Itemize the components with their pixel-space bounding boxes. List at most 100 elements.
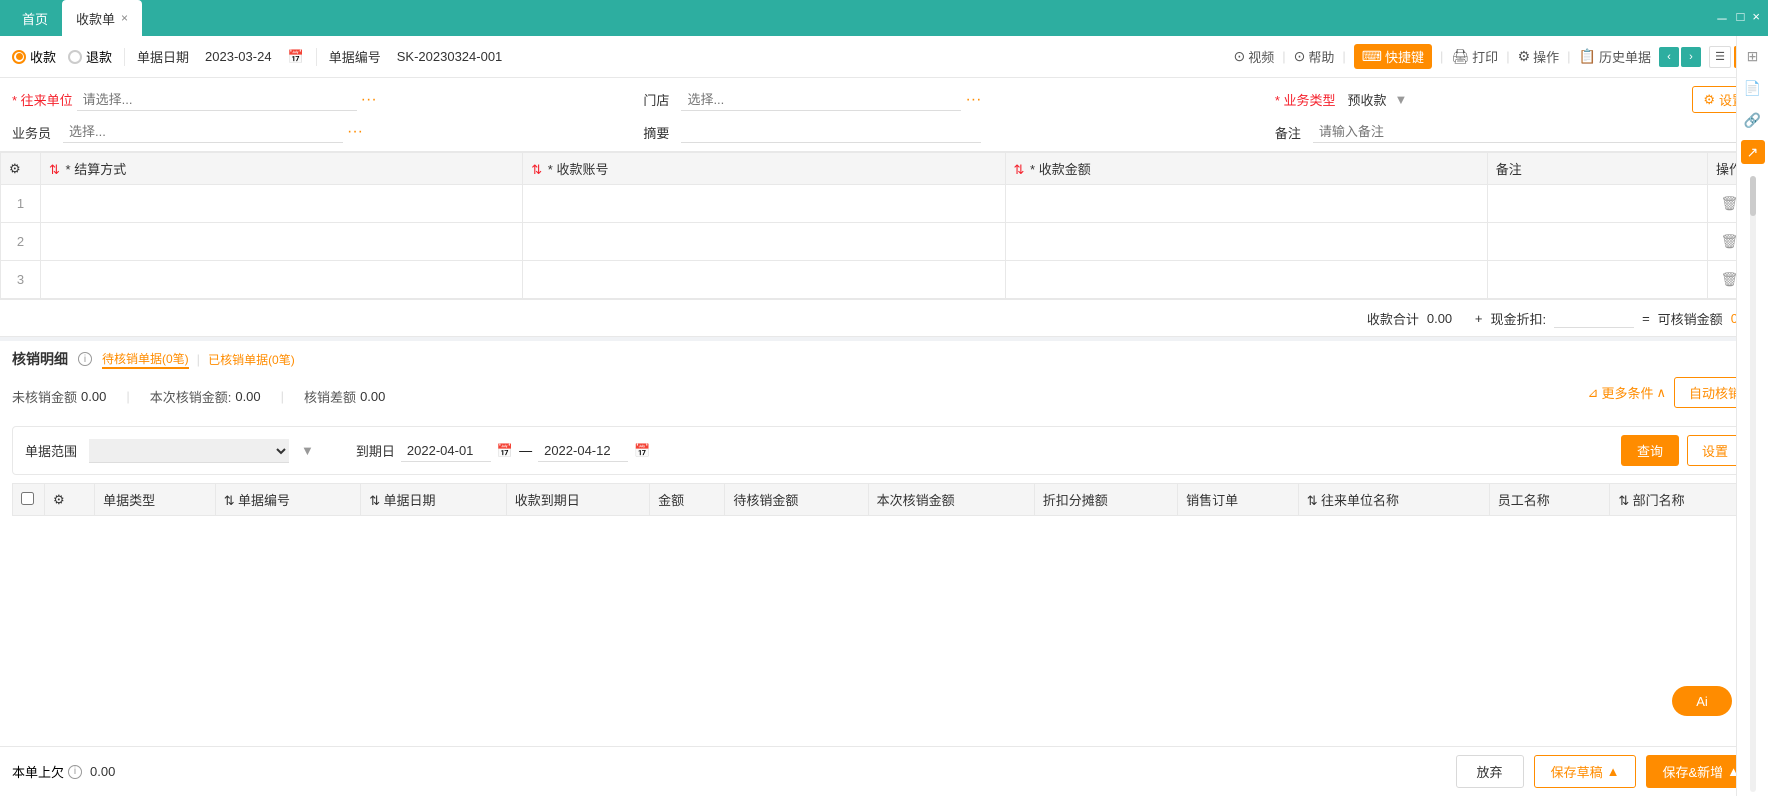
date-end-input[interactable]	[538, 440, 628, 462]
sidebar-doc-icon[interactable]: 📄	[1741, 76, 1765, 100]
sidebar-link-icon[interactable]: 🔗	[1741, 108, 1765, 132]
col-settings-header[interactable]: ⚙	[1, 153, 41, 185]
row-num-1: 1	[1, 185, 41, 223]
divider-1	[124, 48, 125, 66]
action-history[interactable]: 📋 历史单据	[1579, 47, 1651, 66]
minimize-icon[interactable]: －	[1716, 9, 1729, 28]
col-settings-bottom[interactable]: ⚙	[45, 484, 95, 516]
print-label: 打印	[1472, 47, 1498, 66]
toolbar-actions: ⊙ 视频 | ⊙ 帮助 | ⌨ 快捷键 | 🖨 打印 | ⚙ 操作	[1233, 44, 1756, 69]
radio-refund[interactable]: 退款	[68, 47, 112, 66]
date-start-input[interactable]	[401, 440, 491, 462]
remark-cell-2[interactable]	[1487, 223, 1707, 261]
store-input[interactable]	[681, 89, 961, 111]
amount-cell-3[interactable]	[1005, 261, 1487, 299]
amount-cell-1[interactable]	[1005, 185, 1487, 223]
query-button[interactable]: 查询	[1621, 435, 1679, 466]
col-dept-header: ⇅ 部门名称	[1610, 484, 1756, 516]
nav-prev[interactable]: ‹	[1659, 47, 1679, 67]
radio-refund-dot	[68, 50, 82, 64]
footer-info-icon[interactable]: i	[68, 765, 82, 779]
total-value: 0.00	[1427, 311, 1467, 326]
shortcut-label: 快捷键	[1385, 47, 1424, 66]
note-label: 备注	[1275, 123, 1301, 142]
tab-home[interactable]: 首页	[8, 0, 62, 36]
layout-list-icon[interactable]: ☰	[1709, 46, 1731, 68]
partner-more-btn[interactable]: ···	[361, 91, 377, 109]
form-row-1: * 往来单位 ··· 门店 ··· * 业务类型 预收款 ▼ ⚙ 设置	[12, 86, 1756, 113]
account-cell-3[interactable]	[523, 261, 1005, 299]
tab-receipt[interactable]: 收款单 ×	[62, 0, 142, 36]
action-print[interactable]: 🖨 打印	[1451, 47, 1498, 66]
amount-cell-2[interactable]	[1005, 223, 1487, 261]
window-close-icon[interactable]: ×	[1752, 9, 1760, 28]
account-cell-1[interactable]	[523, 185, 1005, 223]
calendar-end-icon[interactable]: 📅	[634, 443, 650, 459]
business-type-field: * 业务类型 预收款 ▼ ⚙ 设置	[1275, 86, 1756, 113]
remark-cell-3[interactable]	[1487, 261, 1707, 299]
net-label: 可核销金额	[1658, 309, 1723, 328]
col-amount-header: ⇅ * 收款金额	[1005, 153, 1487, 185]
history-icon: 📋	[1579, 48, 1596, 65]
nav-next[interactable]: ›	[1681, 47, 1701, 67]
save-new-label: 保存&新增	[1662, 762, 1723, 781]
writeoff-info-icon[interactable]: i	[78, 352, 92, 366]
date-label: 单据日期	[137, 47, 189, 66]
salesperson-input[interactable]	[63, 121, 343, 143]
total-label: 收款合计	[1367, 309, 1419, 328]
settlement-cell-3[interactable]	[41, 261, 523, 299]
partner-input[interactable]	[77, 89, 357, 111]
range-caret[interactable]: ▼	[301, 443, 314, 458]
col-type-header: 单据类型	[95, 484, 216, 516]
sidebar-expand-icon[interactable]: ↗	[1741, 140, 1765, 164]
table-section: ⚙ ⇅ * 结算方式 ⇅ * 收款账号 ⇅ * 收款金额	[0, 152, 1768, 299]
settlement-cell-1[interactable]	[41, 185, 523, 223]
account-cell-2[interactable]	[523, 223, 1005, 261]
maximize-icon[interactable]: □	[1737, 9, 1745, 28]
settlement-cell-2[interactable]	[41, 223, 523, 261]
store-more-btn[interactable]: ···	[965, 91, 981, 109]
tab-bar: 首页 收款单 × － □ ×	[0, 0, 1768, 36]
writeoff-header: 核销明细 i 待核销单据(0笔) | 已核销单据(0笔)	[12, 349, 1756, 369]
summary-input[interactable]	[681, 121, 981, 143]
col-date-header: ⇅ 单据日期	[361, 484, 507, 516]
right-sidebar: ⊞ 📄 🔗 ↗	[1736, 36, 1768, 796]
note-input[interactable]	[1313, 121, 1756, 143]
tab-home-label: 首页	[22, 9, 48, 28]
action-shortcut[interactable]: ⌨ 快捷键	[1354, 44, 1432, 69]
col-remark-header: 备注	[1487, 153, 1707, 185]
row-num-3: 3	[1, 261, 41, 299]
discount-input[interactable]	[1554, 308, 1634, 328]
business-type-caret[interactable]: ▼	[1395, 92, 1408, 107]
more-conditions-btn[interactable]: ⊿ 更多条件 ∧	[1588, 383, 1666, 402]
action-video[interactable]: ⊙ 视频	[1233, 47, 1274, 66]
tab-done[interactable]: 已核销单据(0笔)	[208, 351, 295, 368]
discard-button[interactable]: 放弃	[1456, 755, 1524, 788]
radio-receipt[interactable]: 收款	[12, 47, 56, 66]
action-help[interactable]: ⊙ 帮助	[1294, 47, 1335, 66]
remark-cell-1[interactable]	[1487, 185, 1707, 223]
sidebar-table-icon[interactable]: ⊞	[1741, 44, 1765, 68]
draft-caret-icon[interactable]: ▲	[1607, 764, 1620, 779]
print-icon: 🖨	[1451, 48, 1469, 65]
footer-bar: 本单上欠 i 0.00 放弃 保存草稿 ▲ 保存&新增 ▲	[0, 746, 1768, 796]
range-select[interactable]	[89, 439, 289, 463]
salesperson-more-btn[interactable]: ···	[347, 123, 363, 141]
due-label: 到期日	[356, 441, 395, 460]
radio-receipt-label: 收款	[30, 47, 56, 66]
ai-bubble[interactable]: Ai	[1672, 686, 1732, 716]
tab-pending[interactable]: 待核销单据(0笔)	[102, 350, 189, 369]
partner-label: * 往来单位	[12, 90, 73, 109]
diff-label: 核销差额	[304, 387, 356, 406]
filter-settings-button[interactable]: 设置	[1687, 435, 1743, 466]
calendar-start-icon[interactable]: 📅	[497, 443, 513, 459]
settings-gear-icon: ⚙	[1703, 92, 1715, 108]
tab-close-icon[interactable]: ×	[121, 11, 128, 25]
store-field: 门店 ···	[643, 89, 1244, 111]
table-row: 2 🗑 ⧉	[1, 223, 1768, 261]
col-settlement-header: ⇅ * 结算方式	[41, 153, 523, 185]
select-all-checkbox[interactable]	[21, 492, 34, 505]
date-calendar-icon[interactable]: 📅	[288, 49, 304, 65]
save-draft-button[interactable]: 保存草稿 ▲	[1534, 755, 1637, 788]
action-operations[interactable]: ⚙ 操作	[1518, 47, 1560, 66]
